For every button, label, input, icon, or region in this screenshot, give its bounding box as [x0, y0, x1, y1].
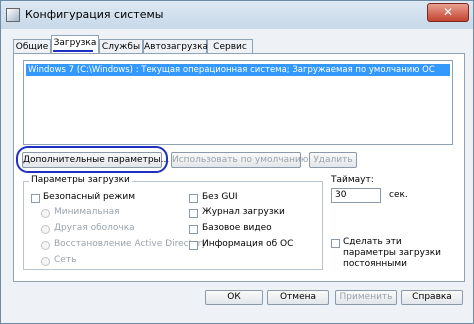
set-default-button[interactable]: Использовать по умолчанию [171, 152, 308, 168]
timeout-label: Таймаут: [331, 175, 374, 185]
cancel-button[interactable]: Отмена [267, 290, 329, 305]
base-video-label: Базовое видео [202, 223, 272, 233]
tab-startup[interactable]: Автозагрузка [143, 39, 208, 53]
alternate-shell-radio[interactable] [41, 225, 50, 234]
boot-options-legend: Параметры загрузки [29, 175, 132, 185]
minimal-label: Минимальная [54, 207, 120, 217]
msconfig-app-icon [6, 8, 20, 22]
network-label: Сеть [54, 255, 77, 265]
boot-entry-windows7[interactable]: Windows 7 (C:\Windows) : Текущая операци… [26, 64, 450, 76]
os-info-label: Информация об ОС [202, 239, 294, 249]
boot-log-checkbox[interactable] [189, 209, 198, 218]
alternate-shell-label: Другая оболочка [54, 223, 135, 233]
timeout-unit-label: сек. [389, 190, 408, 200]
tab-services[interactable]: Службы [99, 39, 143, 53]
title-bar[interactable]: Конфигурация системы ✕ [1, 1, 473, 29]
advanced-options-button[interactable]: Дополнительные параметры... [22, 152, 169, 168]
window-title: Конфигурация системы [25, 8, 164, 21]
base-video-checkbox[interactable] [189, 225, 198, 234]
make-permanent-checkbox[interactable] [331, 239, 340, 248]
close-button[interactable]: ✕ [427, 3, 469, 22]
os-info-checkbox[interactable] [189, 241, 198, 250]
no-gui-label: Без GUI [202, 192, 238, 202]
make-permanent-label: Сделать эти параметры загрузки постоянны… [343, 237, 442, 269]
delete-button[interactable]: Удалить [309, 152, 357, 168]
help-button[interactable]: Справка [401, 290, 463, 305]
safe-boot-label: Безопасный режим [43, 192, 136, 202]
no-gui-checkbox[interactable] [189, 194, 198, 203]
ad-repair-radio[interactable] [41, 241, 50, 250]
minimal-radio[interactable] [41, 209, 50, 218]
boot-entries-list[interactable]: Windows 7 (C:\Windows) : Текущая операци… [23, 60, 453, 145]
apply-button[interactable]: Применить [335, 290, 397, 305]
tab-tools[interactable]: Сервис [207, 39, 253, 53]
ok-button[interactable]: ОК [205, 290, 263, 305]
tab-underline-mark [53, 50, 93, 52]
timeout-input[interactable]: 30 [331, 188, 381, 203]
boot-log-label: Журнал загрузки [202, 207, 285, 217]
msconfig-window: Конфигурация системы ✕ Общие Загрузка Сл… [0, 0, 474, 324]
network-radio[interactable] [41, 257, 50, 266]
safe-boot-checkbox[interactable] [31, 194, 40, 203]
tab-general[interactable]: Общие [13, 39, 51, 53]
ad-repair-label: Восстановление Active Directory [54, 239, 207, 249]
